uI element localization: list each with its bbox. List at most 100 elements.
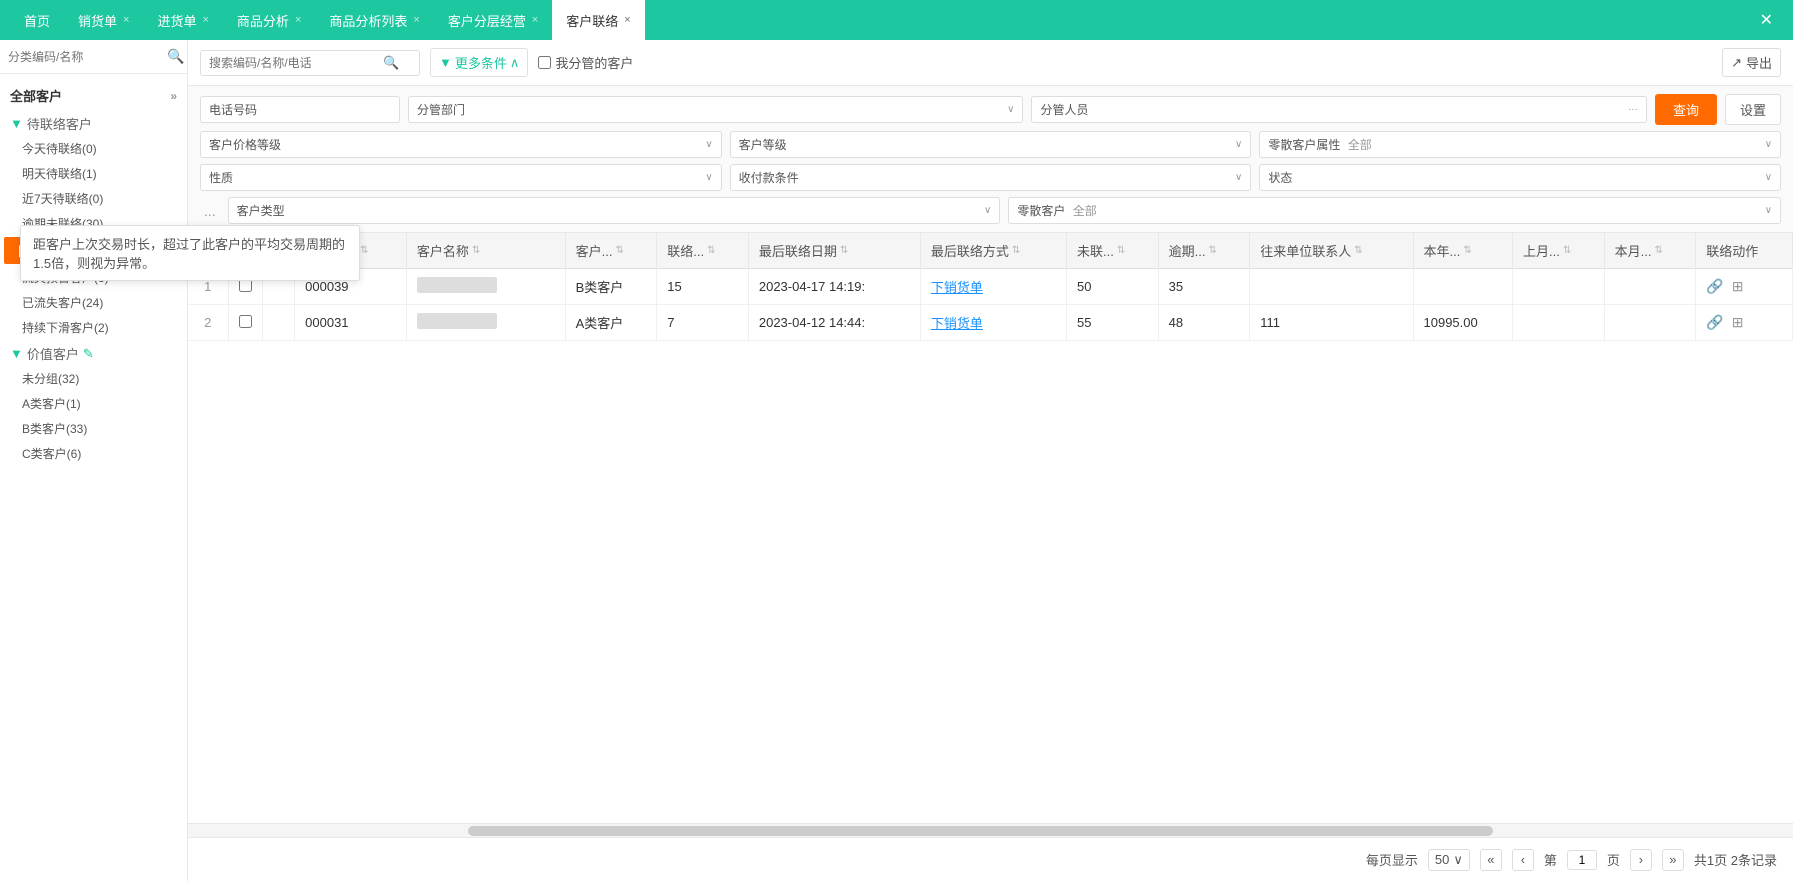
sidebar-value-group[interactable]: ▼ 价值客户 ✎	[0, 340, 187, 366]
page-next-button[interactable]: ›	[1630, 849, 1652, 871]
sidebar-item-tomorrow-pending[interactable]: 明天待联络(1)	[0, 161, 187, 186]
sidebar-search-icon[interactable]: 🔍	[167, 48, 184, 65]
col-this-year-header[interactable]: 本年... ⇅	[1413, 233, 1513, 269]
page-last-button[interactable]: »	[1662, 849, 1684, 871]
filter-ellipsis[interactable]: ...	[200, 203, 220, 219]
total-label: 共1页 2条记录	[1694, 850, 1777, 869]
filter-price-level[interactable]: 客户价格等级 ∨	[200, 131, 722, 158]
page-prev-button[interactable]: ‹	[1512, 849, 1534, 871]
col-this-month-header[interactable]: 本月... ⇅	[1604, 233, 1696, 269]
nav-customer-contact[interactable]: 客户联络 ×	[552, 0, 644, 40]
col-overdue-header[interactable]: 逾期... ⇅	[1158, 233, 1250, 269]
row-1-more-icon[interactable]: ⊞	[1732, 278, 1744, 295]
row-2-last-contact-way[interactable]: 下销货单	[920, 305, 1066, 341]
nature-arrow-icon: ∨	[705, 172, 712, 183]
sidebar-group-pending-contact[interactable]: ▼ 待联络客户	[0, 109, 187, 136]
advanced-filter: 电话号码 分管部门 ∨ 分管人员 ··· 查询 设置 客户价格等级	[188, 86, 1793, 233]
table-row: 1 000039 B类客户	[188, 269, 1793, 305]
department-arrow-icon: ∨	[1007, 104, 1014, 115]
col-contact-person-header[interactable]: 往来单位联系人 ⇅	[1250, 233, 1413, 269]
sidebar-tree: 全部客户 » ▼ 待联络客户 今天待联络(0) 明天待联络(1) 近7天待联络(…	[0, 74, 187, 881]
query-button[interactable]: 查询	[1655, 94, 1717, 125]
manager-arrow-icon: ···	[1628, 104, 1638, 115]
row-2-more-icon[interactable]: ⊞	[1732, 314, 1744, 331]
col-contact-header[interactable]: 联络... ⇅	[657, 233, 749, 269]
sort-last-month-icon: ⇅	[1563, 245, 1571, 256]
nav-purchase-order[interactable]: 进货单 ×	[143, 0, 222, 40]
row-2-no: 2	[188, 305, 228, 341]
sidebar-item-class-a[interactable]: A类客户(1)	[0, 391, 187, 416]
nav-sales-order[interactable]: 销货单 ×	[64, 0, 143, 40]
filter-retail-customer[interactable]: 零散客户 全部 ∨	[1008, 197, 1781, 224]
filter-customer-level[interactable]: 客户等级 ∨	[730, 131, 1252, 158]
nav-customer-layered[interactable]: 客户分层经营 ×	[434, 0, 552, 40]
filter-phone[interactable]: 电话号码	[200, 96, 400, 123]
row-2-checkbox[interactable]	[239, 315, 252, 328]
table-row: 2 000031 A类客户	[188, 305, 1793, 341]
col-last-month-header[interactable]: 上月... ⇅	[1513, 233, 1605, 269]
sidebar-item-declining[interactable]: 持续下滑客户(2)	[0, 315, 187, 340]
window-close-button[interactable]: ✕	[1750, 10, 1783, 30]
close-customer-contact-icon[interactable]: ×	[624, 14, 630, 26]
filter-retail-attr[interactable]: 零散客户属性 全部 ∨	[1259, 131, 1781, 158]
all-customers-title[interactable]: 全部客户 »	[0, 82, 187, 109]
close-customer-layered-icon[interactable]: ×	[532, 14, 538, 26]
export-button[interactable]: ↗ 导出	[1722, 48, 1781, 77]
horizontal-scrollbar[interactable]	[188, 823, 1793, 837]
close-sales-order-icon[interactable]: ×	[123, 14, 129, 26]
sort-contact-icon: ⇅	[707, 245, 715, 256]
row-2-checkbox-cell[interactable]	[228, 305, 262, 341]
page-input[interactable]	[1567, 850, 1597, 870]
nav-product-analysis[interactable]: 商品分析 ×	[223, 0, 315, 40]
col-type-header[interactable]: 客户... ⇅	[565, 233, 657, 269]
filter-customer-type[interactable]: 客户类型 ∨	[228, 197, 1001, 224]
filter-department[interactable]: 分管部门 ∨	[408, 96, 1023, 123]
close-purchase-order-icon[interactable]: ×	[202, 14, 208, 26]
page-first-button[interactable]: «	[1480, 849, 1502, 871]
sidebar-item-today-pending[interactable]: 今天待联络(0)	[0, 136, 187, 161]
col-name-header[interactable]: 客户名称 ⇅	[406, 233, 565, 269]
filter-search-icon[interactable]: 🔍	[383, 55, 399, 71]
filter-nature[interactable]: 性质 ∨	[200, 164, 722, 191]
row-2-code[interactable]: 000031	[295, 305, 407, 341]
filter-search-input[interactable]	[209, 56, 379, 70]
my-customers-checkbox[interactable]	[538, 56, 551, 69]
export-icon: ↗	[1731, 55, 1742, 71]
page-size-select[interactable]: 50 ∨	[1428, 849, 1470, 871]
settings-button[interactable]: 设置	[1725, 94, 1781, 125]
row-2-contact-icon[interactable]: 🔗	[1706, 314, 1723, 331]
sidebar-item-class-b[interactable]: B类客户(33)	[0, 416, 187, 441]
close-product-analysis-icon[interactable]: ×	[295, 14, 301, 26]
sort-last-contact-date-icon: ⇅	[840, 245, 848, 256]
col-last-contact-way-header[interactable]: 最后联络方式 ⇅	[920, 233, 1066, 269]
row-1-last-contact-date: 2023-04-17 14:19:	[748, 269, 920, 305]
close-product-analysis-list-icon[interactable]: ×	[413, 14, 419, 26]
filter-manager[interactable]: 分管人员 ···	[1031, 96, 1646, 123]
row-2-name[interactable]	[406, 305, 565, 341]
filter-more-conditions-button[interactable]: ▼ 更多条件 ∧	[430, 48, 528, 77]
row-1-last-contact-way[interactable]: 下销货单	[920, 269, 1066, 305]
col-not-contact-header[interactable]: 未联... ⇅	[1066, 233, 1158, 269]
sidebar-item-unassigned[interactable]: 未分组(32)	[0, 366, 187, 391]
expand-arrow-icon: ▼	[10, 116, 23, 131]
sort-overdue-icon: ⇅	[1208, 245, 1216, 256]
sidebar: 🔍 全部客户 » ▼ 待联络客户 今天待联络(0) 明天待联络(1) 近7天待联…	[0, 40, 188, 881]
sidebar-item-class-c[interactable]: C类客户(6)	[0, 441, 187, 466]
filter-status[interactable]: 状态 ∨	[1259, 164, 1781, 191]
sort-contact-person-icon: ⇅	[1354, 245, 1362, 256]
my-customers-filter[interactable]: 我分管的客户	[538, 53, 633, 72]
value-group-edit-icon[interactable]: ✎	[83, 346, 94, 362]
filter-payment-terms[interactable]: 收付款条件 ∨	[730, 164, 1252, 191]
row-1-type: B类客户	[565, 269, 657, 305]
col-last-contact-date-header[interactable]: 最后联络日期 ⇅	[748, 233, 920, 269]
row-1-name[interactable]	[406, 269, 565, 305]
sidebar-item-churned[interactable]: 已流失客户(24)	[0, 290, 187, 315]
sort-this-month-icon: ⇅	[1655, 245, 1663, 256]
sidebar-search-input[interactable]	[8, 50, 163, 64]
tooltip-overlay: 距客户上次交易时长，超过了此客户的平均交易周期的1.5倍，则视为异常。	[20, 225, 360, 281]
sidebar-item-7day-pending[interactable]: 近7天待联络(0)	[0, 186, 187, 211]
nav-home[interactable]: 首页	[10, 0, 64, 40]
scroll-thumb[interactable]	[468, 826, 1493, 836]
row-1-contact-icon[interactable]: 🔗	[1706, 278, 1723, 295]
nav-product-analysis-list[interactable]: 商品分析列表 ×	[315, 0, 433, 40]
